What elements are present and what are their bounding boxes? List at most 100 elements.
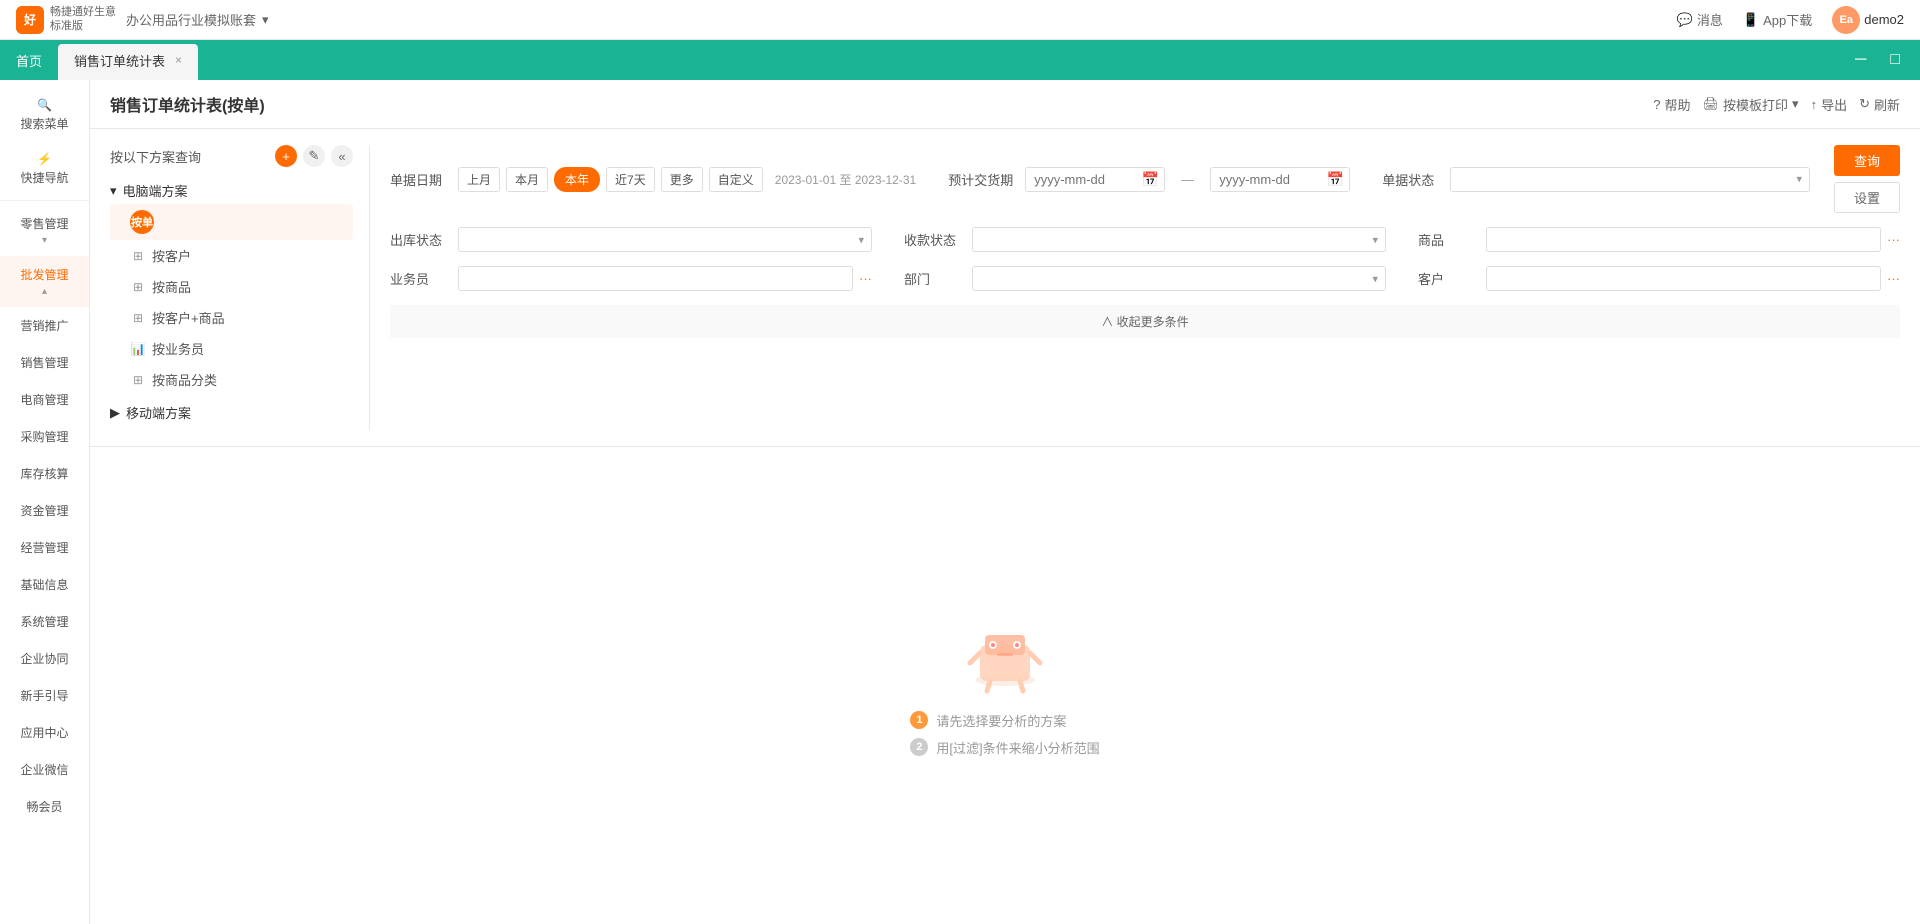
date-btn-7days[interactable]: 近7天	[606, 167, 655, 192]
top-bar: 好 畅捷通好生意 标准版 办公用品行业模拟账套 ▾ 💬 消息 📱 App下载 E…	[0, 0, 1920, 40]
chevron-down-icon: ▾	[42, 235, 47, 246]
message-btn[interactable]: 💬 消息	[1677, 10, 1723, 29]
settings-btn[interactable]: 设置	[1834, 182, 1900, 213]
tab-bar: 首页 销售订单统计表 × ─ □	[0, 40, 1920, 80]
breadcrumb-dropdown-icon[interactable]: ▾	[262, 12, 269, 28]
scheme-item-by-goods-category[interactable]: ⊞ 按商品分类	[110, 364, 353, 395]
scheme-add-btn[interactable]: +	[275, 145, 297, 167]
goods-input[interactable]	[1486, 227, 1881, 252]
sidebar-item-inventory[interactable]: 库存核算	[0, 455, 89, 492]
date-separator: —	[1181, 172, 1194, 187]
receipt-status-select[interactable]	[972, 227, 1386, 252]
scheme-item-by-customer-goods[interactable]: ⊞ 按客户+商品	[110, 302, 353, 333]
sidebar-item-finance[interactable]: 资金管理	[0, 492, 89, 529]
status-select[interactable]	[1450, 167, 1810, 192]
filter-row-2: 出库状态 ▾ 收款状态 ▾	[390, 227, 1900, 252]
user-area[interactable]: Ea demo2	[1832, 6, 1904, 34]
export-btn[interactable]: ↑ 导出	[1811, 95, 1848, 114]
mobile-scheme-section-header[interactable]: ▶ 移动端方案	[110, 399, 353, 426]
collapse-bar[interactable]: ∧ 收起更多条件	[390, 305, 1900, 338]
customer-input-group: ···	[1486, 266, 1900, 291]
sidebar-item-app-center[interactable]: 应用中心	[0, 714, 89, 751]
template-print-btn[interactable]: 🖨 按模板打印 ▾	[1703, 95, 1799, 114]
expected-date-from-input[interactable]	[1025, 167, 1165, 192]
scheme-item-icon: ⊞	[130, 373, 146, 387]
app-download-btn[interactable]: 📱 App下载	[1743, 10, 1812, 29]
date-btn-more[interactable]: 更多	[661, 167, 703, 192]
pc-scheme-section-header[interactable]: ▾ 电脑端方案	[110, 177, 353, 204]
scheme-item-by-order[interactable]: 按单	[110, 204, 353, 240]
scheme-item-by-salesperson[interactable]: 📊 按业务员	[110, 333, 353, 364]
expected-date-label: 预计交货期	[948, 170, 1013, 189]
out-status-label: 出库状态	[390, 230, 446, 249]
sidebar-item-purchase[interactable]: 采购管理	[0, 418, 89, 455]
goods-more-btn[interactable]: ···	[1887, 232, 1900, 247]
tab-home[interactable]: 首页	[0, 40, 58, 80]
sidebar-item-search-menu[interactable]: 🔍 搜索菜单	[0, 88, 89, 142]
expected-date-to-input[interactable]	[1210, 167, 1350, 192]
tab-sales-order[interactable]: 销售订单统计表 ×	[58, 44, 198, 80]
sidebar-item-new-guide[interactable]: 新手引导	[0, 677, 89, 714]
sidebar-item-wholesale[interactable]: 批发管理 ▴	[0, 256, 89, 307]
sidebar-item-operations[interactable]: 经营管理	[0, 529, 89, 566]
main-layout: 🔍 搜索菜单 ⚡ 快捷导航 零售管理 ▾ 批发管理 ▴ 营销推广 销售管理 电商…	[0, 80, 1920, 924]
scheme-item-icon: ⊞	[130, 280, 146, 294]
date-label: 单据日期	[390, 170, 446, 189]
sidebar-item-sales[interactable]: 销售管理	[0, 344, 89, 381]
scheme-item-icon: ⊞	[130, 249, 146, 263]
scheme-item-by-goods[interactable]: ⊞ 按商品	[110, 271, 353, 302]
tab-bar-actions: ─ □	[1847, 40, 1920, 80]
date-btn-last-month[interactable]: 上月	[458, 167, 500, 192]
out-status-select[interactable]	[458, 227, 872, 252]
sidebar-item-corp-collab[interactable]: 企业协同	[0, 640, 89, 677]
salesperson-input[interactable]	[458, 266, 853, 291]
pc-section-expand-icon: ▾	[110, 183, 117, 199]
query-btn[interactable]: 查询	[1834, 145, 1900, 176]
scheme-item-by-customer[interactable]: ⊞ 按客户	[110, 240, 353, 271]
customer-more-btn[interactable]: ···	[1887, 271, 1900, 286]
help-btn[interactable]: ? 帮助	[1653, 95, 1690, 114]
sidebar-item-marketing[interactable]: 营销推广	[0, 307, 89, 344]
dept-select-wrap: ▾	[972, 266, 1386, 291]
user-name: demo2	[1864, 12, 1904, 27]
scheme-collapse-btn[interactable]: «	[331, 145, 353, 167]
date-btn-custom[interactable]: 自定义	[709, 167, 763, 192]
sidebar-item-label: 新手引导	[20, 687, 68, 704]
window-maximize-btn[interactable]: □	[1882, 47, 1908, 73]
sidebar-item-label: 电商管理	[20, 391, 68, 408]
app-download-icon: 📱	[1743, 12, 1759, 28]
page-title: 销售订单统计表(按单)	[110, 92, 265, 128]
sidebar-item-label: 批发管理	[20, 266, 68, 283]
scheme-header: 按以下方案查询 + ✎ «	[110, 145, 353, 167]
scheme-item-icon: ⊞	[130, 311, 146, 325]
logo-icon: 好	[16, 6, 44, 34]
sidebar-item-corp-wechat[interactable]: 企业微信	[0, 751, 89, 788]
search-menu-icon: 🔍	[37, 98, 52, 112]
salesperson-more-btn[interactable]: ···	[859, 271, 872, 286]
window-minimize-btn[interactable]: ─	[1847, 47, 1874, 73]
dept-select[interactable]	[972, 266, 1386, 291]
customer-input[interactable]	[1486, 266, 1881, 291]
goods-input-group: ···	[1486, 227, 1900, 252]
sidebar-item-system[interactable]: 系统管理	[0, 603, 89, 640]
refresh-btn[interactable]: ↻ 刷新	[1859, 95, 1900, 114]
sidebar-item-basic-info[interactable]: 基础信息	[0, 566, 89, 603]
logo-text: 畅捷通好生意 标准版	[50, 6, 116, 32]
action-btn-group: 查询 设置	[1834, 145, 1900, 213]
sidebar-item-quick-nav[interactable]: ⚡ 快捷导航	[0, 142, 89, 196]
scheme-header-actions: + ✎ «	[275, 145, 353, 167]
sidebar-item-label: 快捷导航	[20, 169, 68, 186]
empty-illustration	[955, 615, 1055, 695]
empty-tip-1: 1 请先选择要分析的方案	[910, 711, 1099, 730]
sidebar-item-label: 营销推广	[20, 317, 68, 334]
export-icon: ↑	[1811, 97, 1818, 112]
tip-num-1: 1	[910, 711, 928, 729]
sidebar-item-ecommerce[interactable]: 电商管理	[0, 381, 89, 418]
date-btn-this-month[interactable]: 本月	[506, 167, 548, 192]
scheme-edit-btn[interactable]: ✎	[303, 145, 325, 167]
chevron-up-icon: ▴	[42, 286, 47, 297]
sidebar-item-member[interactable]: 畅会员	[0, 788, 89, 825]
sidebar-item-retail[interactable]: 零售管理 ▾	[0, 205, 89, 256]
date-btn-this-year[interactable]: 本年	[554, 167, 600, 192]
tab-close-icon[interactable]: ×	[175, 53, 182, 67]
